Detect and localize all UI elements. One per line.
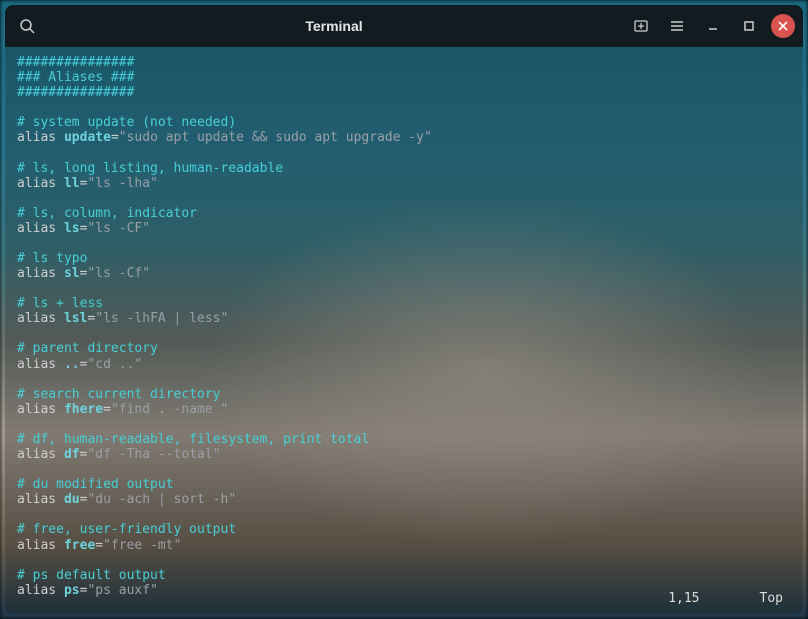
- equals-sign: =: [111, 130, 119, 145]
- code-line: [17, 145, 791, 160]
- comment-text: # ls + less: [17, 296, 103, 311]
- comment-text: # parent directory: [17, 341, 158, 356]
- comment-text: ### Aliases ###: [17, 70, 134, 85]
- alias-value: "free -mt": [103, 538, 181, 553]
- comment-text: # ls, column, indicator: [17, 206, 197, 221]
- code-line: # ps default output: [17, 568, 791, 583]
- minimize-icon[interactable]: [699, 12, 727, 40]
- alias-keyword: alias: [17, 130, 64, 145]
- alias-keyword: alias: [17, 311, 64, 326]
- alias-keyword: alias: [17, 357, 64, 372]
- alias-keyword: alias: [17, 402, 64, 417]
- alias-name: sl: [64, 266, 80, 281]
- status-bar: 1,15 Top: [5, 591, 803, 606]
- comment-text: # system update (not needed): [17, 115, 236, 130]
- comment-text: # du modified output: [17, 477, 174, 492]
- alias-value: "df -Tha --total": [87, 447, 220, 462]
- alias-value: "ls -CF": [87, 221, 150, 236]
- code-line: alias lsl="ls -lhFA | less": [17, 311, 791, 326]
- alias-name: fhere: [64, 402, 103, 417]
- code-line: # ls + less: [17, 296, 791, 311]
- code-line: alias fhere="find . -name ": [17, 402, 791, 417]
- code-line: # ls, long listing, human-readable: [17, 161, 791, 176]
- comment-text: # ps default output: [17, 568, 166, 583]
- code-line: # df, human-readable, filesystem, print …: [17, 432, 791, 447]
- alias-keyword: alias: [17, 266, 64, 281]
- code-line: alias ll="ls -lha": [17, 176, 791, 191]
- alias-name: du: [64, 492, 80, 507]
- code-line: ###############: [17, 85, 791, 100]
- alias-name: df: [64, 447, 80, 462]
- alias-name: free: [64, 538, 95, 553]
- search-icon[interactable]: [13, 12, 41, 40]
- code-line: [17, 507, 791, 522]
- code-line: [17, 281, 791, 296]
- code-line: ###############: [17, 55, 791, 70]
- code-line: [17, 191, 791, 206]
- alias-keyword: alias: [17, 176, 64, 191]
- new-tab-icon[interactable]: [627, 12, 655, 40]
- code-line: # ls, column, indicator: [17, 206, 791, 221]
- code-line: alias update="sudo apt update && sudo ap…: [17, 130, 791, 145]
- code-line: # ls typo: [17, 251, 791, 266]
- comment-text: # free, user-friendly output: [17, 522, 236, 537]
- alias-value: "du -ach | sort -h": [87, 492, 236, 507]
- code-line: ### Aliases ###: [17, 70, 791, 85]
- comment-text: ###############: [17, 85, 134, 100]
- cursor-position: 1,15: [668, 591, 699, 606]
- alias-value: "ls -lhFA | less": [95, 311, 228, 326]
- code-line: [17, 372, 791, 387]
- code-line: [17, 236, 791, 251]
- comment-text: # search current directory: [17, 387, 221, 402]
- code-line: alias du="du -ach | sort -h": [17, 492, 791, 507]
- alias-value: "cd ..": [87, 357, 142, 372]
- terminal-window: Terminal ################## Aliases ####…: [5, 5, 803, 614]
- code-line: [17, 417, 791, 432]
- alias-value: "sudo apt update && sudo apt upgrade -y": [119, 130, 432, 145]
- code-line: # du modified output: [17, 477, 791, 492]
- alias-value: "find . -name ": [111, 402, 228, 417]
- window-title: Terminal: [49, 18, 619, 34]
- comment-text: # df, human-readable, filesystem, print …: [17, 432, 369, 447]
- hamburger-icon[interactable]: [663, 12, 691, 40]
- alias-keyword: alias: [17, 447, 64, 462]
- terminal-content[interactable]: ################## Aliases #############…: [5, 47, 803, 614]
- code-line: # search current directory: [17, 387, 791, 402]
- code-line: # system update (not needed): [17, 115, 791, 130]
- code-line: alias ls="ls -CF": [17, 221, 791, 236]
- close-icon[interactable]: [771, 14, 795, 38]
- alias-keyword: alias: [17, 538, 64, 553]
- code-line: [17, 553, 791, 568]
- alias-name: ..: [64, 357, 80, 372]
- alias-name: ls: [64, 221, 80, 236]
- comment-text: # ls, long listing, human-readable: [17, 161, 283, 176]
- scroll-position: Top: [760, 591, 783, 606]
- alias-name: lsl: [64, 311, 87, 326]
- comment-text: ###############: [17, 55, 134, 70]
- code-line: alias ..="cd ..": [17, 357, 791, 372]
- alias-name: update: [64, 130, 111, 145]
- equals-sign: =: [103, 402, 111, 417]
- code-line: alias df="df -Tha --total": [17, 447, 791, 462]
- code-line: [17, 326, 791, 341]
- alias-value: "ls -lha": [87, 176, 157, 191]
- code-line: [17, 462, 791, 477]
- maximize-icon[interactable]: [735, 12, 763, 40]
- equals-sign: =: [95, 538, 103, 553]
- code-line: alias sl="ls -Cf": [17, 266, 791, 281]
- code-line: # parent directory: [17, 341, 791, 356]
- alias-name: ll: [64, 176, 80, 191]
- alias-keyword: alias: [17, 221, 64, 236]
- alias-value: "ls -Cf": [87, 266, 150, 281]
- alias-keyword: alias: [17, 492, 64, 507]
- titlebar: Terminal: [5, 5, 803, 47]
- comment-text: # ls typo: [17, 251, 87, 266]
- code-line: [17, 100, 791, 115]
- code-line: # free, user-friendly output: [17, 522, 791, 537]
- code-line: alias free="free -mt": [17, 538, 791, 553]
